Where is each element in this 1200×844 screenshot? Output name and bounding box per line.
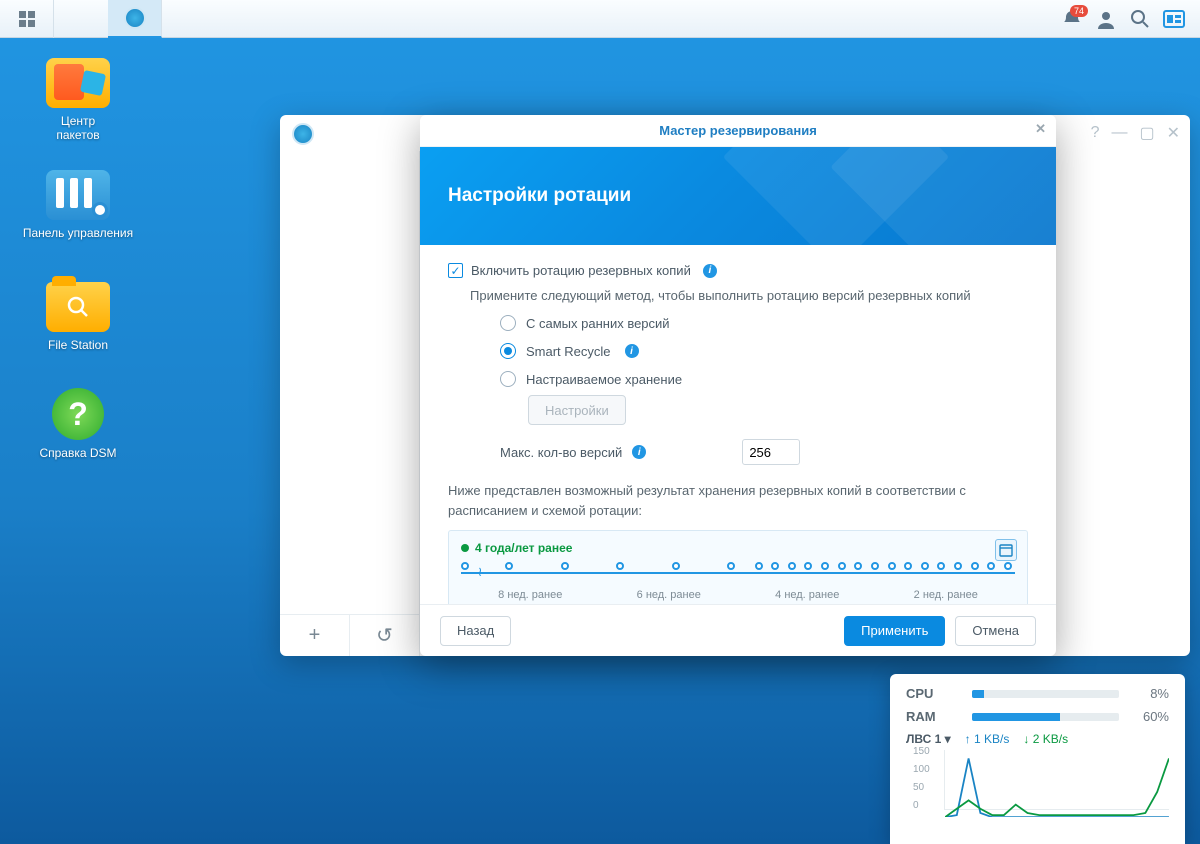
back-button[interactable]: Назад <box>440 616 511 646</box>
radio-oldest[interactable] <box>500 315 516 331</box>
cpu-value: 8% <box>1129 686 1169 701</box>
info-icon[interactable]: i <box>632 445 646 459</box>
enable-rotation-checkbox[interactable]: ✓ <box>448 263 463 278</box>
ram-value: 60% <box>1129 709 1169 724</box>
taskbar-app-hyperbackup[interactable] <box>108 0 162 38</box>
app-icon <box>292 123 314 145</box>
close-icon[interactable]: ✕ <box>1035 121 1046 137</box>
wizard-title-bar: Мастер резервирования ✕ <box>420 115 1056 147</box>
add-task-button[interactable]: + <box>280 615 350 656</box>
user-icon[interactable] <box>1094 7 1118 31</box>
calendar-icon[interactable] <box>995 539 1017 561</box>
network-sparkline: 150 100 50 0 <box>944 750 1169 810</box>
main-menu-button[interactable] <box>0 0 54 38</box>
custom-settings-button[interactable]: Настройки <box>528 395 626 425</box>
timeline-preview: 4 года/лет ранее ≀ <box>448 530 1028 604</box>
notifications-badge: 74 <box>1070 5 1088 17</box>
timeline-range-label: 4 года/лет ранее <box>461 541 1015 555</box>
desktop-icon-package-center[interactable]: Центр пакетов <box>18 58 138 142</box>
apply-button[interactable]: Применить <box>844 616 945 646</box>
cancel-button[interactable]: Отмена <box>955 616 1036 646</box>
backup-wizard-modal: Мастер резервирования ✕ Настройки ротаци… <box>420 115 1056 656</box>
info-icon[interactable]: i <box>625 344 639 358</box>
wizard-banner: Настройки ротации <box>420 147 1056 245</box>
search-icon[interactable] <box>1128 7 1152 31</box>
desktop-icon-file-station[interactable]: File Station <box>18 282 138 352</box>
window-help-icon[interactable]: ? <box>1091 124 1100 142</box>
lan-selector[interactable]: ЛВС 1 ▾ <box>906 732 951 746</box>
window-close-icon[interactable]: ✕ <box>1167 123 1180 143</box>
window-minimize-icon[interactable]: — <box>1111 124 1127 142</box>
max-versions-label: Макс. кол-во версий <box>500 445 622 460</box>
radio-custom[interactable] <box>500 371 516 387</box>
taskbar: 74 <box>0 0 1200 38</box>
max-versions-input[interactable] <box>742 439 800 465</box>
desktop-icon-control-panel[interactable]: Панель управления <box>10 170 146 240</box>
timeline-description: Ниже представлен возможный результат хра… <box>448 481 1028 520</box>
wizard-title: Мастер резервирования <box>659 123 817 138</box>
enable-rotation-label: Включить ротацию резервных копий <box>471 263 691 278</box>
method-hint: Примените следующий метод, чтобы выполни… <box>470 288 1028 303</box>
system-health-widget: CPU 8% RAM 60% ЛВС 1 ▾ ↑ 1 KB/s ↓ 2 KB/s… <box>890 674 1185 844</box>
download-rate: ↓ 2 KB/s <box>1023 732 1068 746</box>
ram-label: RAM <box>906 709 962 724</box>
window-maximize-icon[interactable]: ▢ <box>1139 123 1154 143</box>
radio-smart-recycle[interactable] <box>500 343 516 359</box>
widgets-icon[interactable] <box>1162 7 1186 31</box>
notifications-icon[interactable]: 74 <box>1060 7 1084 31</box>
upload-rate: ↑ 1 KB/s <box>965 732 1010 746</box>
info-icon[interactable]: i <box>703 264 717 278</box>
cpu-bar <box>972 690 1119 698</box>
ram-bar <box>972 713 1119 721</box>
desktop-icon-dsm-help[interactable]: ? Справка DSM <box>18 388 138 460</box>
history-button[interactable]: ↺ <box>350 615 420 656</box>
cpu-label: CPU <box>906 686 962 701</box>
